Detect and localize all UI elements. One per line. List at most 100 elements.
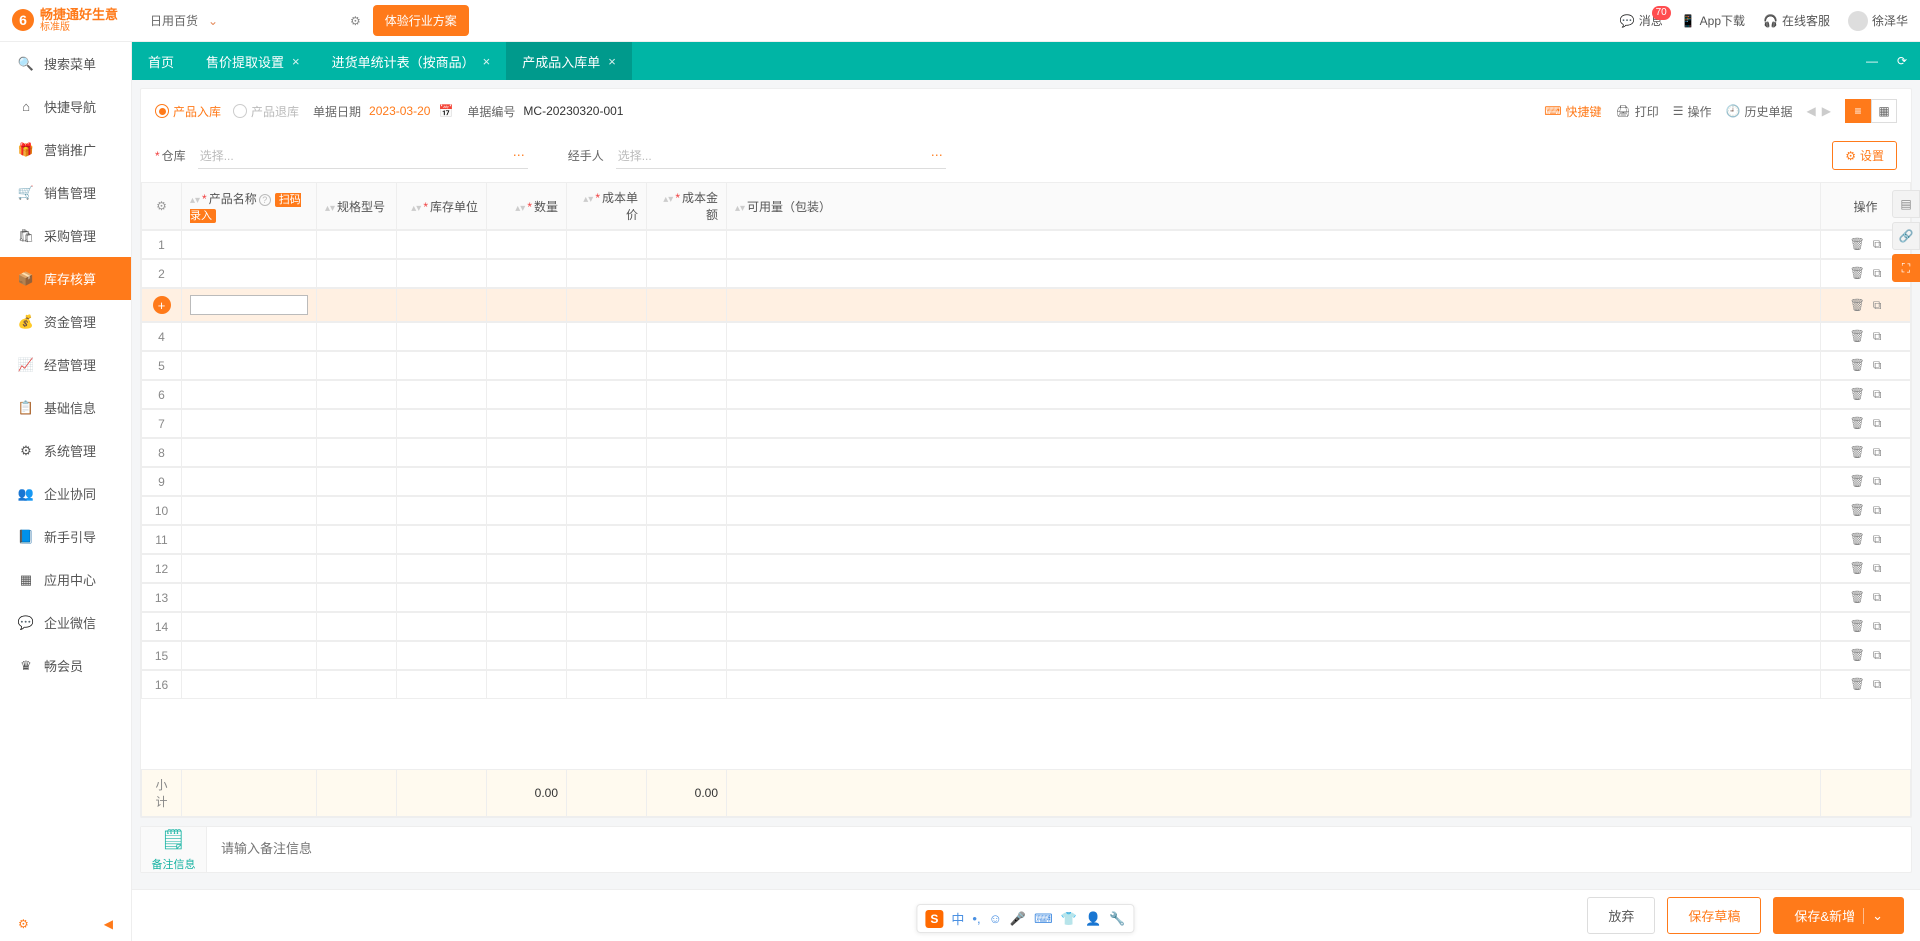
sidebar-item-wecom[interactable]: 💬企业微信 <box>0 601 131 644</box>
copy-row-icon[interactable]: ⧉ <box>1873 387 1882 401</box>
close-icon[interactable]: × <box>608 54 616 69</box>
table-row[interactable]: 7🗑⧉ <box>141 409 1911 438</box>
sidebar-item-member[interactable]: ♛畅会员 <box>0 644 131 687</box>
print-link[interactable]: 🖨打印 <box>1616 103 1659 120</box>
tab-price-extract[interactable]: 售价提取设置× <box>190 42 316 80</box>
sort-icon[interactable]: ▴▾ <box>583 197 593 203</box>
delete-row-icon[interactable]: 🗑 <box>1850 358 1865 372</box>
copy-row-icon[interactable]: ⧉ <box>1873 474 1882 488</box>
delete-row-icon[interactable]: 🗑 <box>1850 532 1865 546</box>
save-draft-button[interactable]: 保存草稿 <box>1667 897 1761 934</box>
view-card-button[interactable]: ▦ <box>1871 99 1897 123</box>
sidebar-item-guide[interactable]: 📘新手引导 <box>0 515 131 558</box>
copy-row-icon[interactable]: ⧉ <box>1873 445 1882 459</box>
copy-row-icon[interactable]: ⧉ <box>1873 677 1882 691</box>
add-row-icon[interactable]: + <box>153 296 171 314</box>
operate-link[interactable]: ☰操作 <box>1673 103 1712 120</box>
gear-icon[interactable]: ⚙ <box>350 14 361 28</box>
experience-plan-button[interactable]: 体验行业方案 <box>373 5 469 36</box>
tab-product-inbound[interactable]: 产成品入库单× <box>506 42 632 80</box>
table-row[interactable]: 9🗑⧉ <box>141 467 1911 496</box>
discard-button[interactable]: 放弃 <box>1587 897 1655 934</box>
messages-link[interactable]: 💬 消息 70 <box>1620 12 1663 29</box>
sort-icon[interactable]: ▴▾ <box>515 206 525 212</box>
delete-row-icon[interactable]: 🗑 <box>1850 590 1865 604</box>
table-row[interactable]: 12🗑⧉ <box>141 554 1911 583</box>
sidebar-item-basedata[interactable]: 📋基础信息 <box>0 386 131 429</box>
table-row[interactable]: 11🗑⧉ <box>141 525 1911 554</box>
sidebar-item-purchase[interactable]: 🛍采购管理 <box>0 214 131 257</box>
prev-icon[interactable]: ◀ <box>1807 104 1816 118</box>
table-row[interactable]: 15🗑⧉ <box>141 641 1911 670</box>
table-row[interactable]: 13🗑⧉ <box>141 583 1911 612</box>
copy-row-icon[interactable]: ⧉ <box>1873 237 1882 251</box>
bill-date-field[interactable]: 单据日期 2023-03-20 📅 <box>313 102 453 120</box>
handler-select[interactable]: 选择... ⋯ <box>616 143 946 169</box>
delete-row-icon[interactable]: 🗑 <box>1850 561 1865 575</box>
delete-row-icon[interactable]: 🗑 <box>1850 387 1865 401</box>
tab-home[interactable]: 首页 <box>132 42 190 80</box>
table-row[interactable]: 5🗑⧉ <box>141 351 1911 380</box>
radio-product-out[interactable]: 产品退库 <box>233 103 299 120</box>
sidebar-item-operation[interactable]: 📈经营管理 <box>0 343 131 386</box>
close-icon[interactable]: × <box>483 54 491 69</box>
ime-toolbar[interactable]: S 中 •, ☺ 🎤 ⌨ 👕 👤 🔧 <box>916 904 1134 933</box>
tabbar-minimize-icon[interactable]: — <box>1858 47 1886 75</box>
save-new-button[interactable]: 保存&新增⌄ <box>1773 897 1904 934</box>
warehouse-select[interactable]: 选择... ⋯ <box>198 143 528 169</box>
copy-row-icon[interactable]: ⧉ <box>1873 266 1882 280</box>
delete-row-icon[interactable]: 🗑 <box>1850 503 1865 517</box>
sidebar-item-sales[interactable]: 🛒销售管理 <box>0 171 131 214</box>
copy-row-icon[interactable]: ⧉ <box>1873 561 1882 575</box>
sidebar-item-collab[interactable]: 👥企业协同 <box>0 472 131 515</box>
radio-product-in[interactable]: 产品入库 <box>155 103 221 120</box>
delete-row-icon[interactable]: 🗑 <box>1850 237 1865 251</box>
column-settings-icon[interactable]: ⚙ <box>156 199 167 213</box>
rail-link-icon[interactable]: 🔗 <box>1892 222 1920 250</box>
remark-input[interactable] <box>221 841 1897 856</box>
sort-icon[interactable]: ▴▾ <box>411 206 421 212</box>
delete-row-icon[interactable]: 🗑 <box>1850 677 1865 691</box>
table-row[interactable]: 6🗑⧉ <box>141 380 1911 409</box>
close-icon[interactable]: × <box>292 54 300 69</box>
copy-row-icon[interactable]: ⧉ <box>1873 590 1882 604</box>
settings-button[interactable]: ⚙设置 <box>1832 141 1897 170</box>
tab-purchase-stats[interactable]: 进货单统计表（按商品）× <box>316 42 507 80</box>
sort-icon[interactable]: ▴▾ <box>190 198 200 204</box>
copy-row-icon[interactable]: ⧉ <box>1873 503 1882 517</box>
sidebar-item-quicknav[interactable]: ⌂快捷导航 <box>0 85 131 128</box>
table-row[interactable]: 14🗑⧉ <box>141 612 1911 641</box>
sidebar-item-system[interactable]: ⚙系统管理 <box>0 429 131 472</box>
help-icon[interactable]: ? <box>259 194 271 206</box>
sidebar-item-inventory[interactable]: 📦库存核算 <box>0 257 131 300</box>
table-row[interactable]: 2🗑⧉ <box>141 259 1911 288</box>
sort-icon[interactable]: ▴▾ <box>325 206 335 212</box>
tabbar-refresh-icon[interactable]: ⟳ <box>1888 47 1916 75</box>
online-service-link[interactable]: 🎧 在线客服 <box>1763 12 1830 29</box>
delete-row-icon[interactable]: 🗑 <box>1850 474 1865 488</box>
chevron-down-icon[interactable]: ⌄ <box>1863 908 1883 924</box>
delete-row-icon[interactable]: 🗑 <box>1850 648 1865 662</box>
rail-expand-icon[interactable]: ⛶ <box>1892 254 1920 282</box>
copy-row-icon[interactable]: ⧉ <box>1873 298 1882 312</box>
copy-row-icon[interactable]: ⧉ <box>1873 416 1882 430</box>
table-row[interactable]: + 🗑 ⧉ <box>141 288 1911 322</box>
view-list-button[interactable]: ≡ <box>1845 99 1871 123</box>
copy-row-icon[interactable]: ⧉ <box>1873 358 1882 372</box>
app-download-link[interactable]: 📱 App下载 <box>1681 12 1745 29</box>
table-row[interactable]: 4🗑⧉ <box>141 322 1911 351</box>
sidebar-item-search[interactable]: 🔍搜索菜单 <box>0 42 131 85</box>
sidebar-item-finance[interactable]: 💰资金管理 <box>0 300 131 343</box>
product-name-input[interactable] <box>190 295 308 315</box>
settings-icon[interactable]: ⚙ <box>18 917 29 931</box>
next-icon[interactable]: ▶ <box>1822 104 1831 118</box>
sidebar-item-marketing[interactable]: 🎁营销推广 <box>0 128 131 171</box>
rail-qrcode-icon[interactable]: ▤ <box>1892 190 1920 218</box>
table-row[interactable]: 10🗑⧉ <box>141 496 1911 525</box>
delete-row-icon[interactable]: 🗑 <box>1850 298 1865 312</box>
remark-side-tab[interactable]: 🗒 备注信息 <box>141 827 207 872</box>
collapse-icon[interactable]: ◀ <box>104 917 113 931</box>
copy-row-icon[interactable]: ⧉ <box>1873 329 1882 343</box>
copy-row-icon[interactable]: ⧉ <box>1873 648 1882 662</box>
delete-row-icon[interactable]: 🗑 <box>1850 619 1865 633</box>
